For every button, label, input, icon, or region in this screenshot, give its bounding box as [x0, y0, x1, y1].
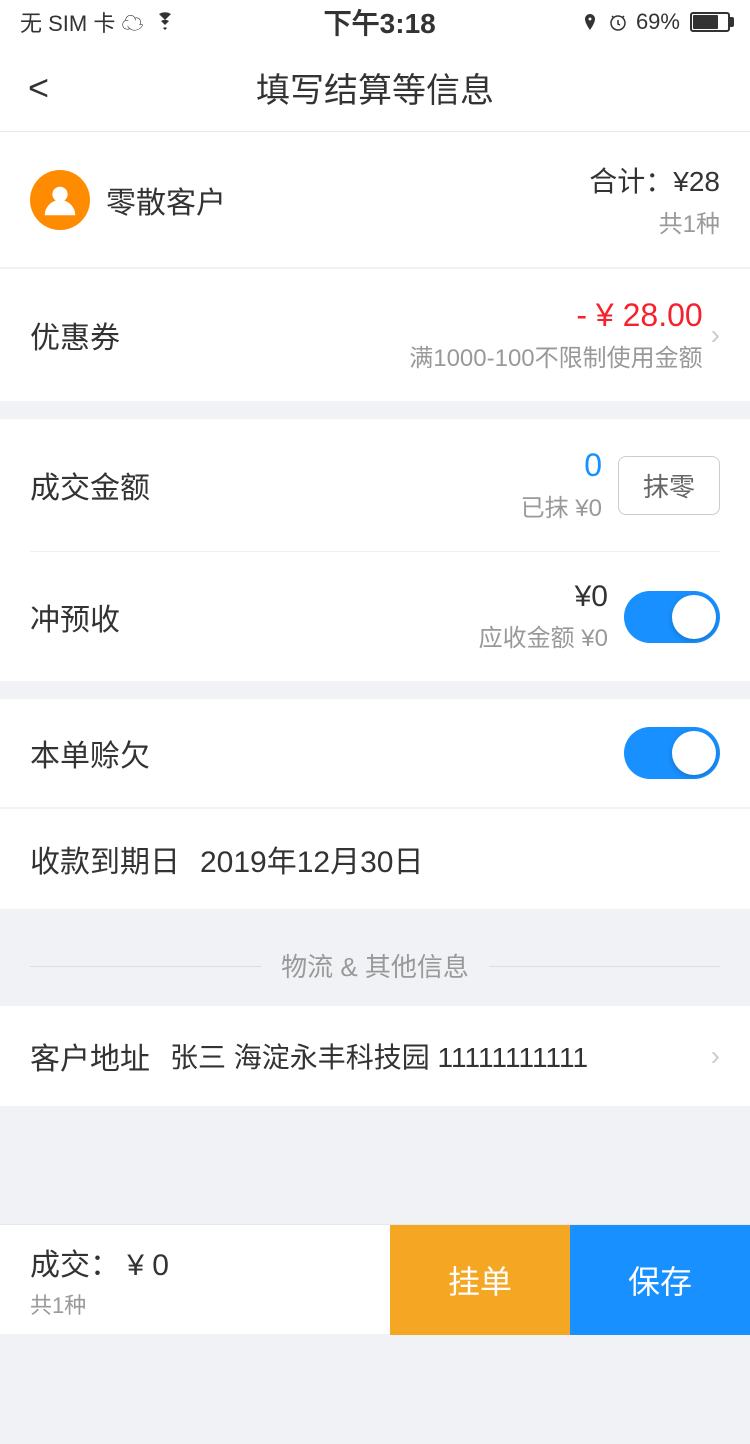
chevron-right-icon: ›	[711, 319, 720, 351]
avatar	[30, 170, 90, 230]
amount-sub: 已抹 ¥0	[521, 488, 602, 523]
status-right: 69%	[580, 9, 730, 35]
user-icon	[41, 181, 79, 219]
coupon-section[interactable]: 优惠券 - ¥ 28.00 满1000-100不限制使用金额 ›	[0, 269, 750, 401]
debt-toggle[interactable]	[624, 727, 720, 779]
sim-status: 无 SIM 卡 ☁	[20, 6, 143, 38]
address-chevron-icon: ›	[711, 1040, 720, 1072]
amount-label: 成交金额	[30, 463, 150, 507]
advance-amount: ¥0	[479, 580, 608, 614]
bottom-count: 共1种	[30, 1288, 360, 1320]
advance-value: ¥0 应收金额 ¥0	[479, 580, 608, 653]
status-time: 下午3:18	[324, 2, 436, 42]
advance-right: ¥0 应收金额 ¥0	[479, 580, 720, 653]
advance-row: 冲预收 ¥0 应收金额 ¥0	[30, 552, 720, 681]
deal-label: 成交：	[30, 1249, 120, 1282]
divider-section: 物流 & 其他信息	[0, 927, 750, 1004]
battery-icon	[690, 12, 730, 32]
status-left: 无 SIM 卡 ☁	[20, 6, 179, 38]
coupon-label: 优惠券	[30, 313, 120, 357]
deal-amount: ¥ 0	[127, 1249, 169, 1282]
save-button[interactable]: 保存	[570, 1225, 750, 1335]
location-icon	[580, 12, 600, 32]
bottom-bar: 成交： ¥ 0 共1种 挂单 保存	[0, 1224, 750, 1334]
bottom-deal: 成交： ¥ 0	[30, 1240, 360, 1284]
due-date-label: 收款到期日	[30, 837, 180, 881]
advance-label: 冲预收	[30, 595, 120, 639]
transaction-section: 成交金额 0 已抹 ¥0 抹零 冲预收 ¥0 应收金额 ¥0	[0, 419, 750, 681]
back-button[interactable]: <	[28, 67, 49, 109]
status-bar: 无 SIM 卡 ☁ 下午3:18 69%	[0, 0, 750, 44]
amount-row: 成交金额 0 已抹 ¥0 抹零	[30, 419, 720, 552]
amount-value-wrap: 0 已抹 ¥0	[521, 447, 602, 523]
pending-button[interactable]: 挂单	[390, 1225, 570, 1335]
debt-toggle-knob	[672, 731, 716, 775]
coupon-discount: - ¥ 28.00	[409, 297, 702, 334]
advance-sub: 应收金额 ¥0	[479, 618, 608, 653]
wifi-icon	[151, 12, 179, 32]
bottom-summary: 成交： ¥ 0 共1种	[0, 1240, 390, 1320]
toggle-knob	[672, 595, 716, 639]
advance-toggle[interactable]	[624, 591, 720, 643]
due-date-value: 2019年12月30日	[200, 837, 423, 881]
customer-name: 零散客户	[106, 178, 226, 222]
coupon-desc: 满1000-100不限制使用金额	[409, 338, 702, 373]
debt-section: 本单赊欠	[0, 699, 750, 807]
customer-count: 共1种	[589, 204, 720, 239]
battery-percent: 69%	[636, 9, 680, 35]
address-label: 客户地址	[30, 1034, 150, 1078]
customer-left: 零散客户	[30, 170, 226, 230]
customer-right: 合计：¥28 共1种	[589, 160, 720, 239]
amount-right: 0 已抹 ¥0 抹零	[521, 447, 720, 523]
address-section[interactable]: 客户地址 张三 海淀永丰科技园 11111111111 ›	[0, 1006, 750, 1106]
round-zero-button[interactable]: 抹零	[618, 456, 720, 515]
divider-text: 物流 & 其他信息	[261, 947, 489, 984]
alarm-icon	[608, 12, 628, 32]
page-title: 填写结算等信息	[256, 63, 494, 112]
address-value: 张三 海淀永丰科技园 11111111111	[170, 1036, 711, 1076]
amount-value: 0	[521, 447, 602, 484]
coupon-info: - ¥ 28.00 满1000-100不限制使用金额	[409, 297, 702, 373]
customer-total: 合计：¥28	[589, 160, 720, 200]
nav-bar: < 填写结算等信息	[0, 44, 750, 132]
due-date-section: 收款到期日 2019年12月30日	[0, 809, 750, 909]
customer-section: 零散客户 合计：¥28 共1种	[0, 132, 750, 267]
debt-label: 本单赊欠	[30, 731, 150, 775]
coupon-right: - ¥ 28.00 满1000-100不限制使用金额 ›	[409, 297, 720, 373]
